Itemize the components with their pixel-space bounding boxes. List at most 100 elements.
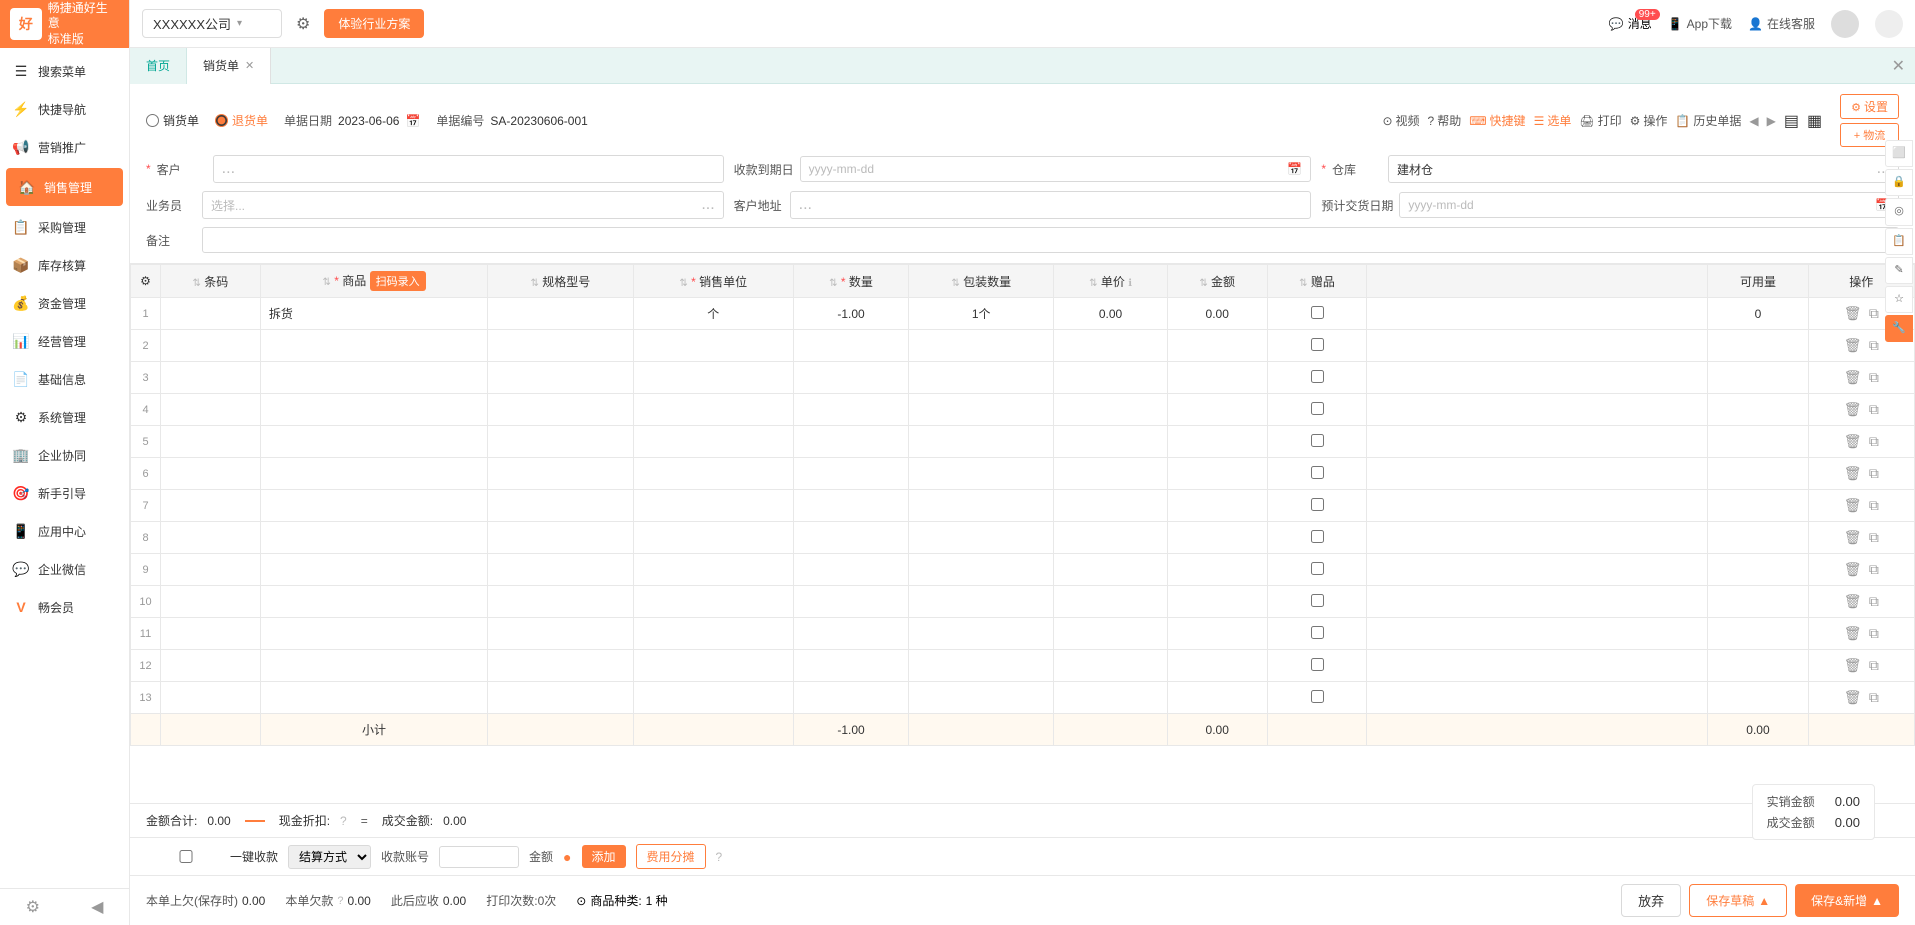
copy-row-icon[interactable]: ⧉ xyxy=(1869,561,1879,577)
th-settings[interactable]: ⚙ xyxy=(131,265,161,298)
sidebar-item-operation[interactable]: 📊 经营管理 xyxy=(0,322,129,360)
copy-row-icon[interactable]: ⧉ xyxy=(1869,625,1879,641)
delete-row-icon[interactable]: 🗑 xyxy=(1844,561,1862,577)
select-btn[interactable]: ☰ 选单 xyxy=(1534,112,1572,129)
copy-row-icon[interactable]: ⧉ xyxy=(1869,433,1879,449)
delete-row-icon[interactable]: 🗑 xyxy=(1844,657,1862,673)
user-avatar[interactable] xyxy=(1831,10,1859,38)
tab-sales-order[interactable]: 销货单 ✕ xyxy=(187,48,271,84)
delete-row-icon[interactable]: 🗑 xyxy=(1844,369,1862,385)
copy-row-icon[interactable]: ⧉ xyxy=(1869,529,1879,545)
delete-row-icon[interactable]: 🗑 xyxy=(1844,497,1862,513)
message-action[interactable]: 💬 消息 99+ xyxy=(1609,15,1652,32)
add-amount-icon[interactable]: ● xyxy=(563,849,571,865)
delete-row-icon[interactable]: 🗑 xyxy=(1844,593,1862,609)
settings-side-btn[interactable]: ⚙ 设置 xyxy=(1840,94,1899,119)
help-btn[interactable]: ? 帮助 xyxy=(1428,112,1462,129)
copy-row-icon[interactable]: ⧉ xyxy=(1869,465,1879,481)
shortcut-btn[interactable]: ⌨ 快捷键 xyxy=(1469,112,1525,129)
radio-return-order[interactable]: 退货单 xyxy=(215,112,268,129)
delete-row-icon[interactable]: 🗑 xyxy=(1844,689,1862,705)
delete-row-icon[interactable]: 🗑 xyxy=(1844,529,1862,545)
online-service-action[interactable]: 👤 在线客服 xyxy=(1748,15,1815,32)
right-tool-1[interactable]: ⬜ xyxy=(1885,140,1913,167)
cost-help-icon[interactable]: ? xyxy=(716,850,723,864)
sidebar-item-search-order[interactable]: ☰ 搜索菜单 xyxy=(0,52,129,90)
right-tool-4[interactable]: 📋 xyxy=(1885,228,1913,255)
collapse-btn[interactable]: ◀ xyxy=(91,897,103,917)
copy-row-icon[interactable]: ⧉ xyxy=(1869,689,1879,705)
delete-row-icon[interactable]: 🗑 xyxy=(1844,337,1862,353)
sidebar-item-system[interactable]: ⚙ 系统管理 xyxy=(0,398,129,436)
copy-row-icon[interactable]: ⧉ xyxy=(1869,305,1879,321)
sidebar-item-sales[interactable]: 🏠 销售管理 xyxy=(6,168,123,206)
warehouse-input[interactable]: 建材仓 ... xyxy=(1388,155,1899,183)
list-view-icon[interactable]: ▤ xyxy=(1784,111,1799,131)
nav-prev-icon[interactable]: ◀ xyxy=(1749,114,1758,128)
tab-close-all-btn[interactable]: ✕ xyxy=(1892,56,1905,76)
company-selector[interactable]: XXXXXX公司 ▾ xyxy=(142,9,282,38)
sidebar-item-inventory[interactable]: 📦 库存核算 xyxy=(0,246,129,284)
calendar-icon[interactable]: 📅 xyxy=(405,114,420,128)
video-btn[interactable]: ⊙ 视频 xyxy=(1382,112,1419,129)
sidebar-item-wechat[interactable]: 💬 企业微信 xyxy=(0,550,129,588)
expected-date-input[interactable]: yyyy-mm-dd 📅 xyxy=(1399,192,1899,218)
product-type[interactable]: ⊙ 商品种类: 1 种 xyxy=(576,892,667,909)
settings-btn[interactable]: ⚙ xyxy=(26,897,40,917)
save-draft-btn[interactable]: 保存草稿 ▲ xyxy=(1689,884,1787,917)
sidebar-item-basic-info[interactable]: 📄 基础信息 xyxy=(0,360,129,398)
sidebar-item-capital[interactable]: 💰 资金管理 xyxy=(0,284,129,322)
one-click-payment-check[interactable]: 一键收款 xyxy=(146,848,278,865)
header-settings-icon[interactable]: ⚙ xyxy=(292,10,314,38)
right-tool-7[interactable]: 🔧 xyxy=(1885,315,1913,342)
right-tool-3[interactable]: ◎ xyxy=(1885,198,1913,225)
copy-row-icon[interactable]: ⧉ xyxy=(1869,593,1879,609)
sidebar-item-app-center[interactable]: 📱 应用中心 xyxy=(0,512,129,550)
account-input[interactable] xyxy=(439,846,519,868)
right-tool-6[interactable]: ☆ xyxy=(1885,286,1913,313)
remark-input[interactable] xyxy=(202,227,1899,253)
right-tool-5[interactable]: ✎ xyxy=(1885,257,1913,284)
customer-addr-input[interactable]: ... xyxy=(790,191,1312,219)
salesperson-input[interactable]: 选择... ... xyxy=(202,191,724,219)
copy-row-icon[interactable]: ⧉ xyxy=(1869,657,1879,673)
sidebar-item-marketing[interactable]: 📢 营销推广 xyxy=(0,128,129,166)
right-tool-2[interactable]: 🔒 xyxy=(1885,169,1913,196)
delete-row-icon[interactable]: 🗑 xyxy=(1844,433,1862,449)
user-avatar2[interactable] xyxy=(1875,10,1903,38)
copy-row-icon[interactable]: ⧉ xyxy=(1869,497,1879,513)
cost-split-btn[interactable]: 费用分摊 xyxy=(636,844,706,869)
delete-row-icon[interactable]: 🗑 xyxy=(1844,305,1862,321)
sidebar-item-member[interactable]: V 畅会员 xyxy=(0,588,129,626)
trial-button[interactable]: 体验行业方案 xyxy=(324,9,424,38)
print-btn[interactable]: 🖨 打印 xyxy=(1579,112,1621,129)
tab-home[interactable]: 首页 xyxy=(130,48,187,84)
history-btn[interactable]: 📋 历史单据 xyxy=(1675,112,1741,129)
copy-row-icon[interactable]: ⧉ xyxy=(1869,401,1879,417)
copy-row-icon[interactable]: ⧉ xyxy=(1869,369,1879,385)
sidebar-item-quick-nav[interactable]: ⚡ 快捷导航 xyxy=(0,90,129,128)
unit-price-info-icon[interactable]: ℹ xyxy=(1128,278,1132,289)
delete-row-icon[interactable]: 🗑 xyxy=(1844,465,1862,481)
operation-btn[interactable]: ⚙ 操作 xyxy=(1630,112,1668,129)
payment-date-input[interactable]: yyyy-mm-dd 📅 xyxy=(800,156,1312,182)
delete-row-icon[interactable]: 🗑 xyxy=(1844,401,1862,417)
app-download-action[interactable]: 📱 App下载 xyxy=(1668,15,1732,32)
sidebar-item-purchase[interactable]: 📋 采购管理 xyxy=(0,208,129,246)
tab-close-icon[interactable]: ✕ xyxy=(245,59,254,72)
nav-next-icon[interactable]: ▶ xyxy=(1767,114,1776,128)
radio-sales-order[interactable]: 销货单 xyxy=(146,112,199,129)
delete-row-icon[interactable]: 🗑 xyxy=(1844,625,1862,641)
discard-btn[interactable]: 放弃 xyxy=(1621,884,1681,917)
owed-info-icon[interactable]: ? xyxy=(337,895,343,907)
save-new-btn[interactable]: 保存&新增 ▲ xyxy=(1795,884,1899,917)
customer-input[interactable]: ... xyxy=(213,155,724,183)
grid-view-icon[interactable]: ▦ xyxy=(1807,111,1822,131)
calc-method-select[interactable]: 结算方式 xyxy=(288,845,371,869)
add-payment-btn[interactable]: 添加 xyxy=(582,845,626,868)
copy-row-icon[interactable]: ⧉ xyxy=(1869,337,1879,353)
sidebar-item-newbie[interactable]: 🎯 新手引导 xyxy=(0,474,129,512)
sidebar-item-enterprise[interactable]: 🏢 企业协同 xyxy=(0,436,129,474)
discount-info-icon[interactable]: ? xyxy=(340,814,347,828)
scan-input-btn[interactable]: 扫码录入 xyxy=(370,271,426,291)
